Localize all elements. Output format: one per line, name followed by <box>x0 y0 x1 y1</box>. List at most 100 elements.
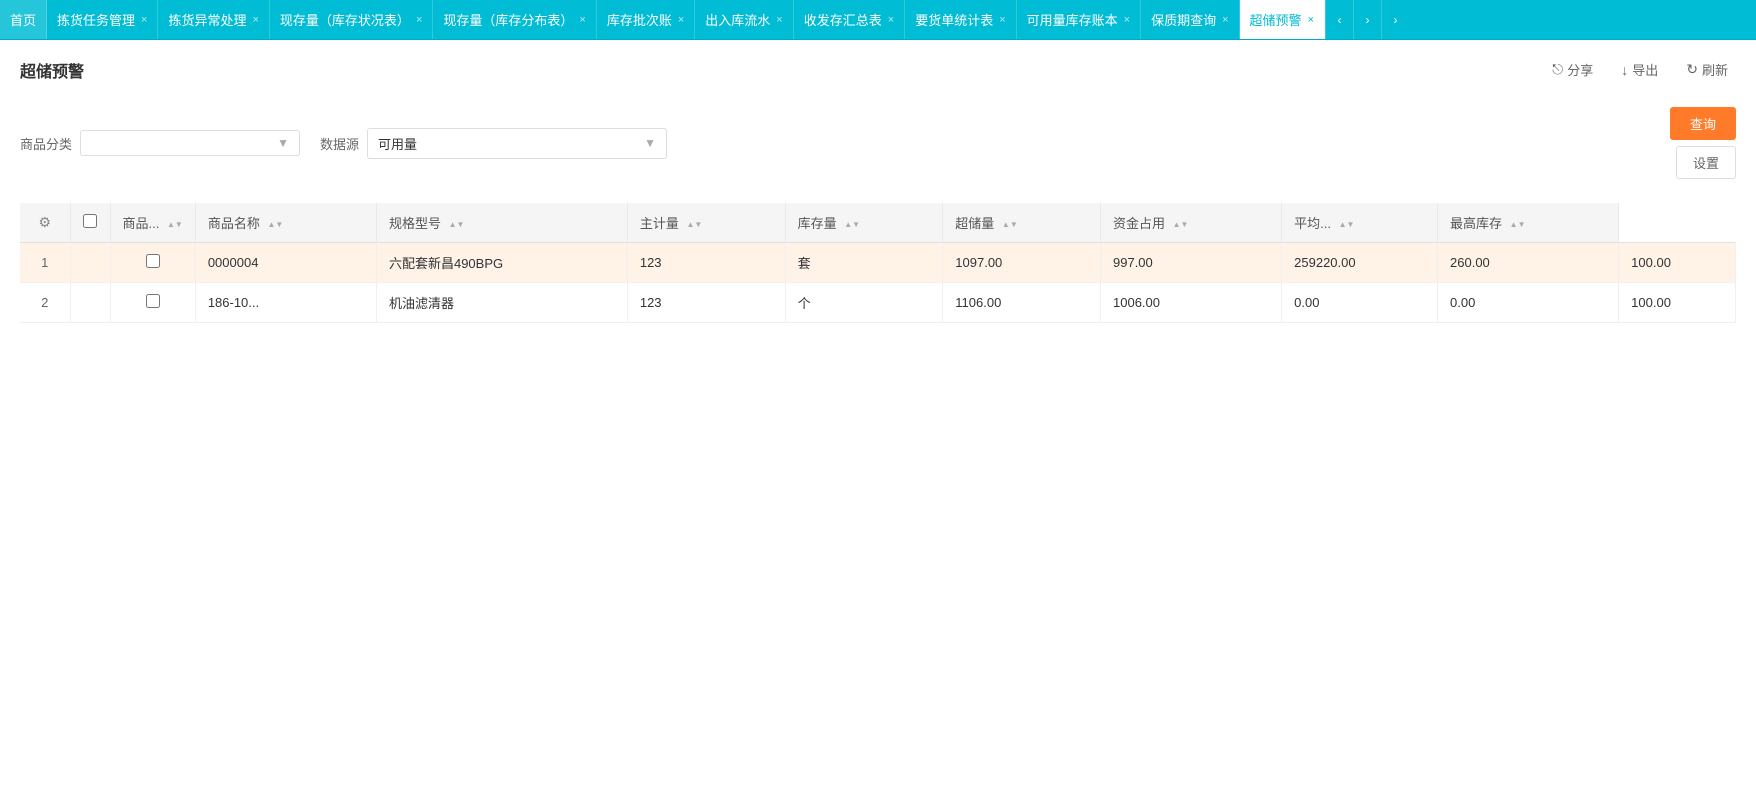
close-icon-flow[interactable]: × <box>776 14 782 26</box>
nav-label-expiry: 保质期查询 <box>1151 10 1216 29</box>
datasource-select[interactable]: 可用量 ▼ <box>367 128 667 159</box>
page-title: 超储预警 <box>20 58 84 82</box>
datasource-value: 可用量 <box>378 134 417 153</box>
close-icon-summary[interactable]: × <box>888 14 894 26</box>
row-code-0: 0000004 <box>195 243 376 283</box>
data-table: ⚙ 商品... ▲▼ 商品名称 ▲▼ 规格型号 ▲▼ 主计 <box>20 203 1736 323</box>
nav-label-overstock: 超储预警 <box>1250 10 1302 29</box>
filter-category: 商品分类 ▼ <box>20 130 300 156</box>
nav-label-flow: 出入库流水 <box>705 10 770 29</box>
page-header: 超储预警 ⎋ 分享 ↓ 导出 ↻ 刷新 <box>20 56 1736 83</box>
row-unit-0: 套 <box>785 243 943 283</box>
export-button[interactable]: ↓ 导出 <box>1613 56 1666 83</box>
export-label: 导出 <box>1632 60 1658 79</box>
row-avg-0: 260.00 <box>1438 243 1619 283</box>
sort-arrows-overstock[interactable]: ▲▼ <box>1002 221 1018 229</box>
row-overstock-1: 1006.00 <box>1101 283 1282 323</box>
sort-arrows-stock[interactable]: ▲▼ <box>844 221 860 229</box>
col-header-overstock: 超储量 ▲▼ <box>943 203 1101 243</box>
settings-button[interactable]: 设置 <box>1676 146 1736 179</box>
row-name-0: 六配套新昌490BPG <box>376 243 627 283</box>
close-icon-available[interactable]: × <box>1124 14 1130 26</box>
nav-label-abnormal: 拣货异常处理 <box>168 10 246 29</box>
settings-gear-icon[interactable]: ⚙ <box>38 214 51 230</box>
nav-item-summary[interactable]: 收发存汇总表 × <box>794 0 905 40</box>
nav-item-flow[interactable]: 出入库流水 × <box>695 0 793 40</box>
filter-row: 商品分类 ▼ 数据源 可用量 ▼ 查询 设置 <box>20 99 1736 187</box>
nav-arrow-left[interactable]: ‹ <box>1325 0 1353 40</box>
close-icon-stock-status[interactable]: × <box>416 14 422 26</box>
nav-item-overstock[interactable]: 超储预警 × <box>1240 0 1325 40</box>
table-row: 1 0000004 六配套新昌490BPG 123 套 1097.00 997.… <box>20 243 1736 283</box>
filter-datasource: 数据源 可用量 ▼ <box>320 128 667 159</box>
refresh-button[interactable]: ↻ 刷新 <box>1678 56 1736 83</box>
row-max-1: 100.00 <box>1619 283 1736 323</box>
header-actions: ⎋ 分享 ↓ 导出 ↻ 刷新 <box>1544 56 1736 83</box>
col-header-check <box>70 203 110 243</box>
close-icon-expiry[interactable]: × <box>1222 14 1228 26</box>
category-label: 商品分类 <box>20 134 72 153</box>
close-icon-abnormal[interactable]: × <box>252 14 258 26</box>
nav-label-available: 可用量库存账本 <box>1027 10 1118 29</box>
row-check-0[interactable] <box>110 243 195 283</box>
row-num-0: 1 <box>20 243 70 283</box>
row-stock-1: 1106.00 <box>943 283 1101 323</box>
share-label: 分享 <box>1567 60 1593 79</box>
close-icon-overstock[interactable]: × <box>1308 14 1314 26</box>
nav-item-abnormal[interactable]: 拣货异常处理 × <box>158 0 269 40</box>
row-overstock-0: 997.00 <box>1101 243 1282 283</box>
close-icon-stock-dist[interactable]: × <box>579 14 585 26</box>
datasource-label: 数据源 <box>320 134 359 153</box>
category-dropdown-arrow: ▼ <box>277 136 289 150</box>
nav-item-order-stats[interactable]: 要货单统计表 × <box>905 0 1016 40</box>
col-header-stock: 库存量 ▲▼ <box>785 203 943 243</box>
table-row: 2 186-10... 机油滤清器 123 个 1106.00 1006.00 … <box>20 283 1736 323</box>
sort-arrows-spec[interactable]: ▲▼ <box>449 221 465 229</box>
close-icon-batch[interactable]: × <box>678 14 684 26</box>
share-icon: ⎋ <box>1552 61 1563 78</box>
nav-label-stock-status: 现存量（库存状况表） <box>280 10 410 29</box>
row-num-1: 2 <box>20 283 70 323</box>
row-spec-1: 123 <box>627 283 785 323</box>
share-button[interactable]: ⎋ 分享 <box>1544 56 1601 83</box>
nav-label-home: 首页 <box>10 10 36 29</box>
row-max-0: 100.00 <box>1619 243 1736 283</box>
query-button[interactable]: 查询 <box>1670 107 1736 140</box>
nav-item-home[interactable]: 首页 <box>0 0 47 40</box>
row-check-1[interactable] <box>110 283 195 323</box>
sort-arrows-code[interactable]: ▲▼ <box>167 221 183 229</box>
nav-item-task-mgmt[interactable]: 拣货任务管理 × <box>47 0 158 40</box>
col-header-gear: ⚙ <box>20 203 70 243</box>
row-capital-0: 259220.00 <box>1282 243 1438 283</box>
row-checkbox-0[interactable] <box>146 254 160 268</box>
category-select[interactable]: ▼ <box>80 130 300 156</box>
nav-arrow-right[interactable]: › <box>1353 0 1381 40</box>
sort-arrows-max[interactable]: ▲▼ <box>1510 221 1526 229</box>
sort-arrows-name[interactable]: ▲▼ <box>267 221 283 229</box>
nav-item-expiry[interactable]: 保质期查询 × <box>1141 0 1239 40</box>
refresh-icon: ↻ <box>1686 61 1698 78</box>
nav-arrow-more[interactable]: › <box>1381 0 1409 40</box>
row-gear-1 <box>70 283 110 323</box>
row-checkbox-1[interactable] <box>146 294 160 308</box>
nav-item-stock-status[interactable]: 现存量（库存状况表） × <box>270 0 433 40</box>
col-header-capital: 资金占用 ▲▼ <box>1101 203 1282 243</box>
row-unit-1: 个 <box>785 283 943 323</box>
row-capital-1: 0.00 <box>1282 283 1438 323</box>
col-header-spec: 规格型号 ▲▼ <box>376 203 627 243</box>
select-all-checkbox[interactable] <box>83 214 97 228</box>
nav-label-order-stats: 要货单统计表 <box>915 10 993 29</box>
close-icon-task-mgmt[interactable]: × <box>141 14 147 26</box>
sort-arrows-capital[interactable]: ▲▼ <box>1173 221 1189 229</box>
nav-item-batch[interactable]: 库存批次账 × <box>597 0 695 40</box>
sort-arrows-avg[interactable]: ▲▼ <box>1339 221 1355 229</box>
sort-arrows-unit[interactable]: ▲▼ <box>686 221 702 229</box>
nav-label-stock-dist: 现存量（库存分布表） <box>443 10 573 29</box>
close-icon-order-stats[interactable]: × <box>999 14 1005 26</box>
row-name-1: 机油滤清器 <box>376 283 627 323</box>
row-spec-0: 123 <box>627 243 785 283</box>
col-header-avg: 平均... ▲▼ <box>1282 203 1438 243</box>
nav-item-stock-dist[interactable]: 现存量（库存分布表） × <box>433 0 596 40</box>
nav-item-available[interactable]: 可用量库存账本 × <box>1017 0 1141 40</box>
row-code-1: 186-10... <box>195 283 376 323</box>
